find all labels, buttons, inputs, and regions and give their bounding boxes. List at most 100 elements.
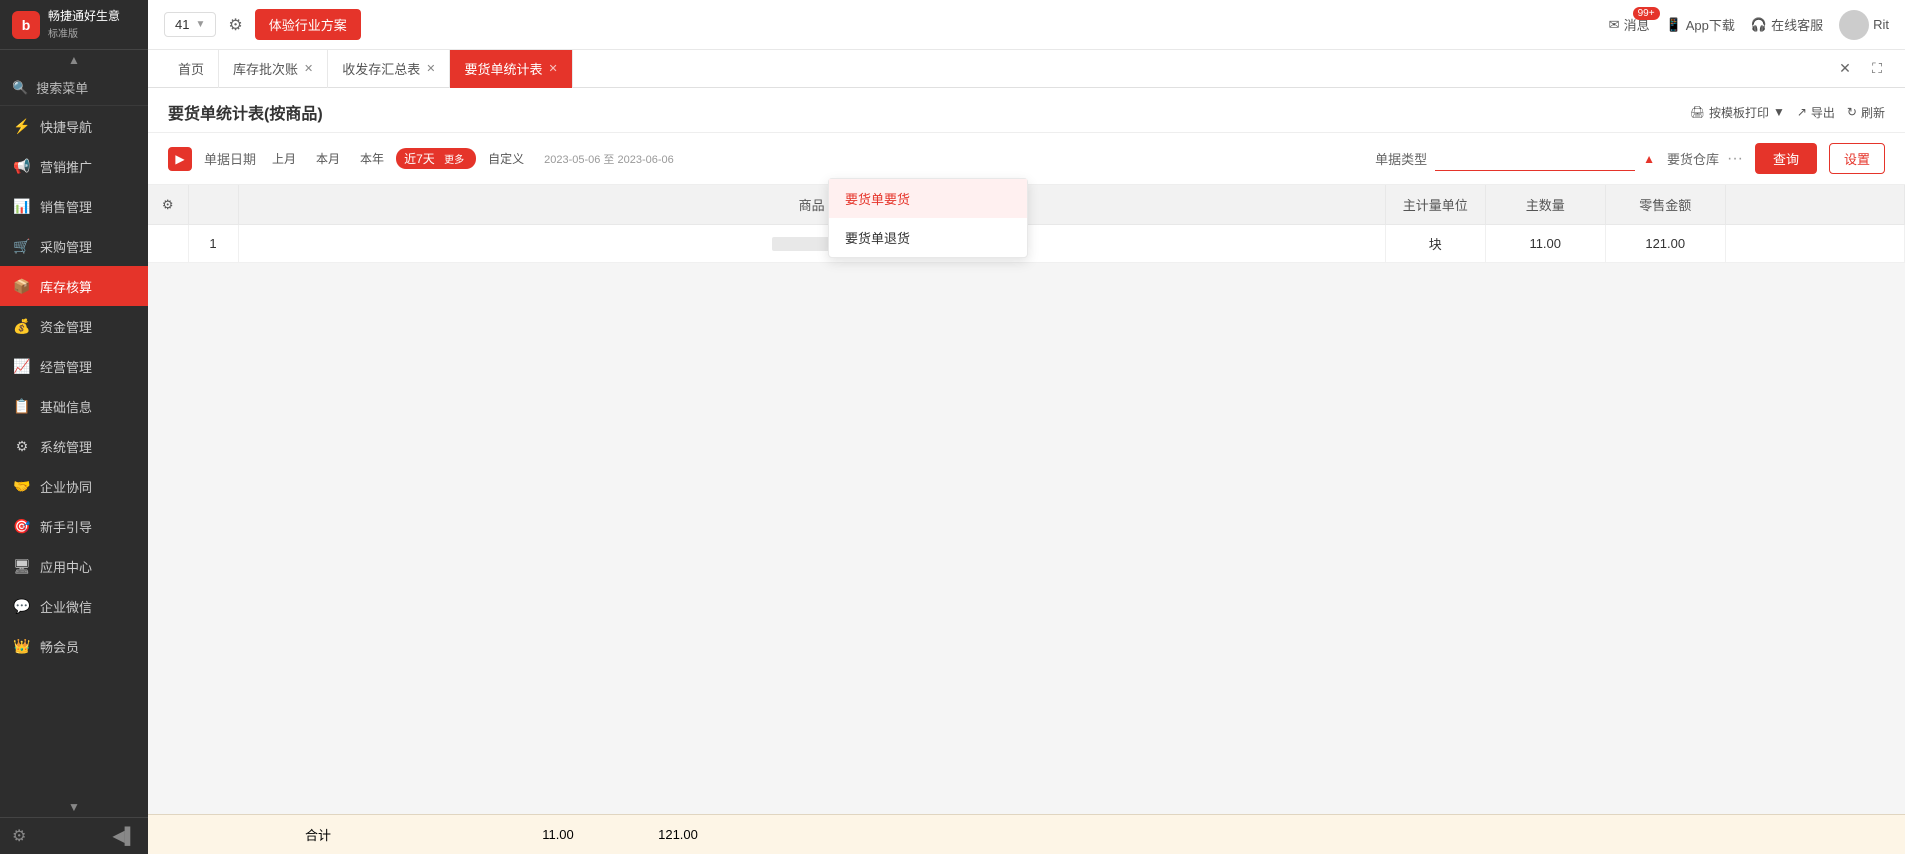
tab-inventory-batch-close[interactable]: ✕ — [304, 62, 313, 75]
online-service-label: 在线客服 — [1771, 15, 1823, 34]
refresh-btn[interactable]: ↻ 刷新 — [1847, 104, 1885, 121]
scroll-up-indicator[interactable]: ▲ — [0, 50, 148, 70]
warehouse-more-icon[interactable]: ··· — [1727, 150, 1743, 168]
store-selector[interactable]: 41 ▼ — [164, 12, 216, 37]
store-name: 41 — [175, 17, 189, 32]
sidebar-item-basic-info[interactable]: 📋 基础信息 — [0, 386, 148, 426]
tabs-expand-btn[interactable]: ⛶ — [1865, 57, 1889, 81]
refresh-icon: ↻ — [1847, 105, 1857, 119]
col-header-num — [188, 185, 238, 225]
warehouse-label: 要货仓库 — [1667, 149, 1719, 168]
sidebar-item-member[interactable]: 👑 畅会员 — [0, 626, 148, 666]
sidebar-item-enterprise[interactable]: 🤝 企业协同 — [0, 466, 148, 506]
scroll-up-arrow[interactable]: ▲ — [68, 53, 80, 67]
tab-order-stats[interactable]: 要货单统计表 ✕ — [450, 50, 572, 88]
sidebar-item-marketing[interactable]: 📢 营销推广 — [0, 146, 148, 186]
warehouse-filter-group: 要货仓库 ··· — [1667, 149, 1743, 168]
col-header-amount: 零售金额 — [1605, 185, 1725, 225]
tab-home[interactable]: 首页 — [164, 50, 219, 88]
type-filter-group: 单据类型 ▲ — [1375, 147, 1655, 171]
quick-nav-icon: ⚡ — [12, 116, 32, 136]
settings-bottom-icon[interactable]: ⚙ — [12, 826, 26, 846]
sidebar-item-inventory[interactable]: 📦 库存核算 — [0, 266, 148, 306]
sidebar-item-guide[interactable]: 🎯 新手引导 — [0, 506, 148, 546]
sidebar-item-operations[interactable]: 📈 经营管理 — [0, 346, 148, 386]
page-content: 要货单统计表(按商品) 🖨 按模板打印 ▼ ↗ 导出 ↻ 刷新 ▶ — [148, 88, 1905, 854]
cell-product — [238, 225, 1385, 263]
sidebar-item-inventory-label: 库存核算 — [40, 277, 92, 296]
sidebar-item-operations-label: 经营管理 — [40, 357, 92, 376]
appstore-icon: 🖥 — [12, 556, 32, 576]
recent-more-badge: 更多 — [440, 154, 468, 167]
type-filter-arrow[interactable]: ▲ — [1643, 152, 1655, 166]
tab-order-stats-label: 要货单统计表 — [464, 59, 542, 78]
tab-receivable-summary-close[interactable]: ✕ — [426, 62, 435, 75]
logo-icon: b — [12, 11, 40, 39]
date-opt-recent7[interactable]: 近7天 更多 — [396, 148, 476, 169]
avatar-img — [1839, 10, 1869, 40]
export-btn[interactable]: ↗ 导出 — [1797, 104, 1835, 121]
sidebar-nav: ⚡ 快捷导航 📢 营销推广 📊 销售管理 🛒 采购管理 📦 库存核算 💰 资金管… — [0, 106, 148, 797]
sidebar-item-sales[interactable]: 📊 销售管理 — [0, 186, 148, 226]
sidebar-item-system[interactable]: ⚙ 系统管理 — [0, 426, 148, 466]
sidebar-item-purchase[interactable]: 🛒 采购管理 — [0, 226, 148, 266]
sidebar-item-finance[interactable]: 💰 资金管理 — [0, 306, 148, 346]
dropdown-item-order-goods[interactable]: 要货单要货 — [829, 179, 1027, 218]
online-service-btn[interactable]: 🎧 在线客服 — [1751, 15, 1823, 34]
page-header: 要货单统计表(按商品) 🖨 按模板打印 ▼ ↗ 导出 ↻ 刷新 — [148, 88, 1905, 133]
filter-settings-btn[interactable]: 设置 — [1829, 143, 1885, 174]
tabs-close-all-btn[interactable]: ✕ — [1833, 57, 1857, 81]
date-opt-custom[interactable]: 自定义 — [480, 147, 532, 170]
sidebar-item-quick-nav-label: 快捷导航 — [40, 117, 92, 136]
search-menu[interactable]: 🔍 搜索菜单 — [0, 70, 148, 106]
scroll-down-indicator[interactable]: ▼ — [0, 797, 148, 817]
cell-qty: 11.00 — [1485, 225, 1605, 263]
scroll-down-arrow[interactable]: ▼ — [68, 800, 80, 814]
date-options: 上月 本月 本年 近7天 更多 自定义 — [264, 147, 532, 170]
export-icon: ↗ — [1797, 105, 1807, 119]
print-template-btn[interactable]: 🖨 按模板打印 ▼ — [1690, 104, 1785, 121]
type-filter-input[interactable] — [1435, 147, 1635, 171]
page-actions: 🖨 按模板打印 ▼ ↗ 导出 ↻ 刷新 — [1690, 104, 1885, 121]
query-btn[interactable]: 查询 — [1755, 143, 1817, 174]
col-header-unit: 主计量单位 — [1385, 185, 1485, 225]
topbar-gear-icon[interactable]: ⚙ — [228, 15, 242, 35]
filter-expand-btn[interactable]: ▶ — [168, 147, 192, 171]
enterprise-icon: 🤝 — [12, 476, 32, 496]
sidebar-item-basic-info-label: 基础信息 — [40, 397, 92, 416]
date-opt-prev[interactable]: 上月 — [264, 147, 304, 170]
sidebar-item-wechat[interactable]: 💬 企业微信 — [0, 586, 148, 626]
sidebar-bottom: ⚙ ◀▌ — [0, 817, 148, 854]
topbar: 41 ▼ ⚙ 体验行业方案 ✉ 消息 99+ 📱 App下载 🎧 在线客服 R — [148, 0, 1905, 50]
collapse-icon[interactable]: ◀▌ — [112, 826, 136, 846]
tab-receivable-summary-label: 收发存汇总表 — [342, 59, 420, 78]
date-opt-year[interactable]: 本年 — [352, 147, 392, 170]
date-filter-group: 单据日期 上月 本月 本年 近7天 更多 自定义 2023-05-06 至 20… — [204, 147, 674, 170]
app-download-btn[interactable]: 📱 App下载 — [1666, 15, 1735, 34]
col-header-settings[interactable]: ⚙ — [148, 185, 188, 225]
sidebar: b 畅捷通好生意 标准版 ▲ 🔍 搜索菜单 ⚡ 快捷导航 📢 营销推广 📊 销售… — [0, 0, 148, 854]
message-icon: ✉ — [1609, 17, 1620, 33]
user-avatar[interactable]: Rit — [1839, 10, 1889, 40]
tab-receivable-summary[interactable]: 收发存汇总表 ✕ — [328, 50, 450, 88]
app-download-icon: 📱 — [1666, 17, 1682, 33]
tab-order-stats-close[interactable]: ✕ — [549, 62, 558, 75]
headset-icon: 🎧 — [1751, 17, 1767, 33]
message-btn[interactable]: ✉ 消息 99+ — [1609, 15, 1650, 34]
sidebar-item-sales-label: 销售管理 — [40, 197, 92, 216]
marketing-icon: 📢 — [12, 156, 32, 176]
tab-inventory-batch[interactable]: 库存批次账 ✕ — [219, 50, 328, 88]
sidebar-item-member-label: 畅会员 — [40, 637, 79, 656]
sidebar-item-quick-nav[interactable]: ⚡ 快捷导航 — [0, 106, 148, 146]
dropdown-item-order-return[interactable]: 要货单退货 — [829, 218, 1027, 257]
sidebar-item-appstore[interactable]: 🖥 应用中心 — [0, 546, 148, 586]
print-icon: 🖨 — [1690, 105, 1705, 119]
table-footer: 合计 11.00 121.00 — [148, 814, 1905, 854]
col-header-qty: 主数量 — [1485, 185, 1605, 225]
date-opt-current[interactable]: 本月 — [308, 147, 348, 170]
cell-settings — [148, 225, 188, 263]
trial-btn[interactable]: 体验行业方案 — [255, 9, 361, 40]
member-icon: 👑 — [12, 636, 32, 656]
print-dropdown-icon: ▼ — [1773, 105, 1785, 119]
cell-unit: 块 — [1385, 225, 1485, 263]
